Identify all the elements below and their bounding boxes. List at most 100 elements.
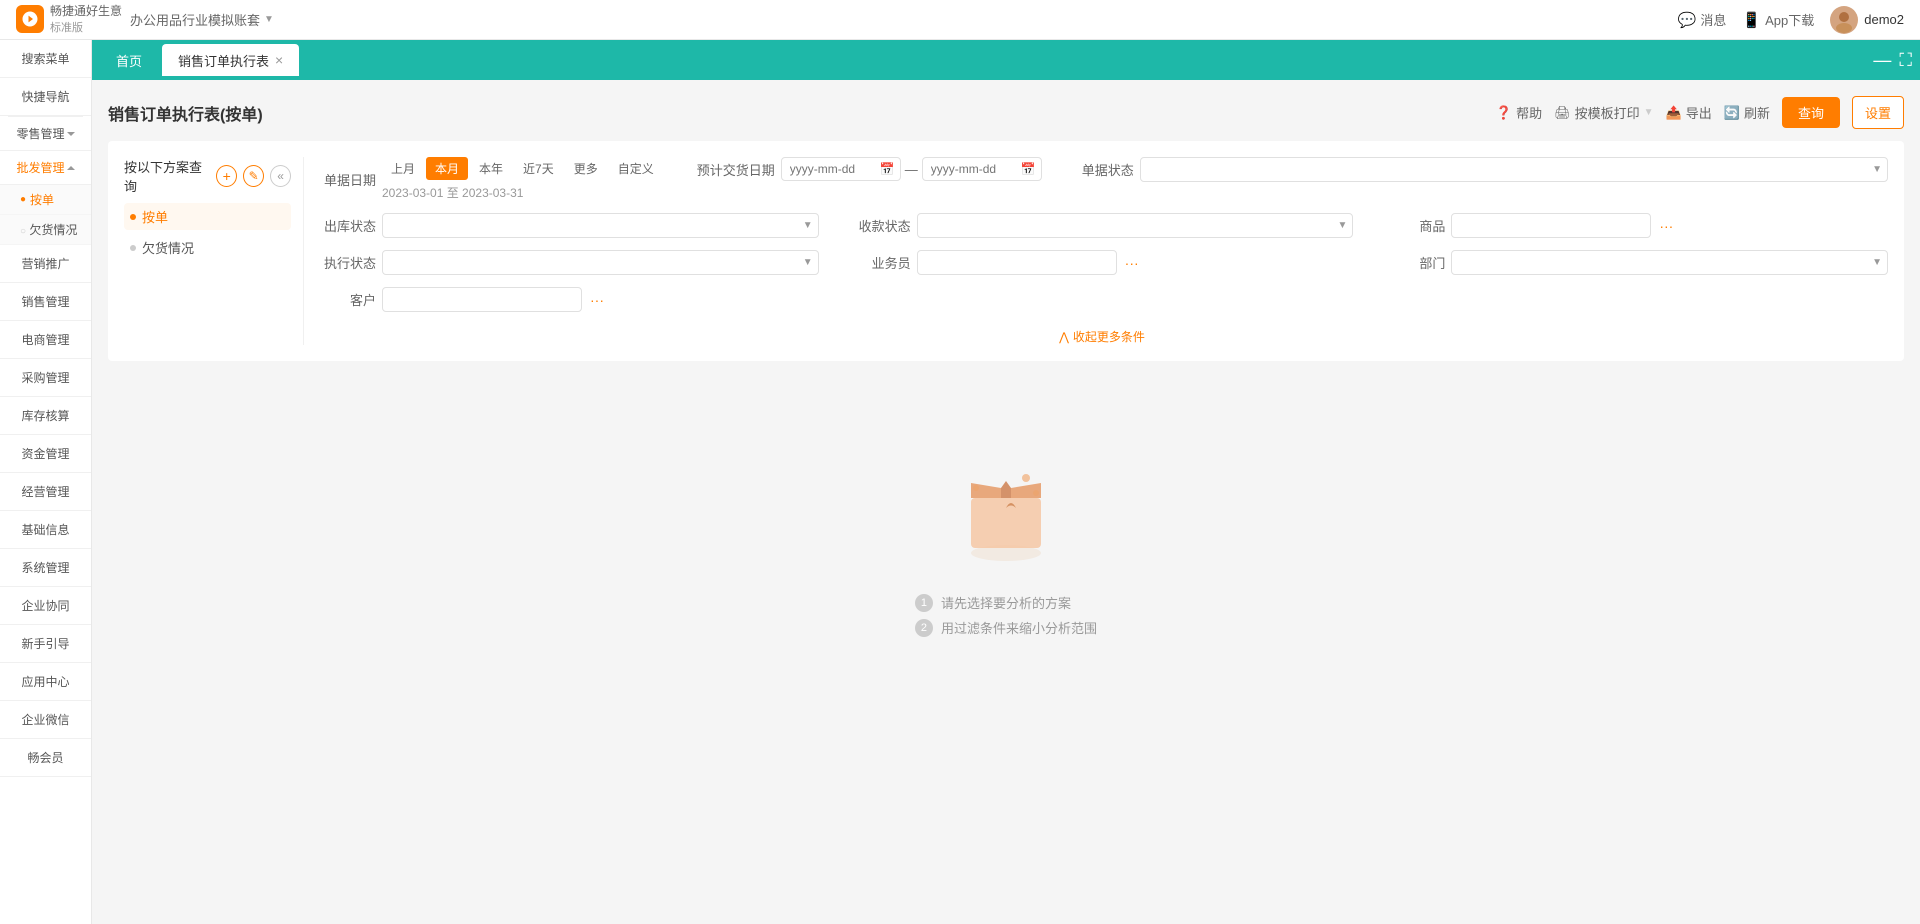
sidebar-sub-item-欠货情况[interactable]: ○ 欠货情况 — [0, 215, 91, 245]
sub-item-label: 按单 — [30, 191, 54, 208]
app-container: 畅捷通好生意 标准版 办公用品行业模拟账套 ▼ 💬 消息 📱 App下载 — [0, 0, 1920, 924]
filter-option-按单[interactable]: 按单 — [124, 203, 291, 230]
expected-date-from-input[interactable] — [781, 157, 901, 181]
product-dots-btn[interactable]: ··· — [1655, 218, 1677, 234]
sidebar-item-system[interactable]: 系统管理 — [0, 549, 91, 587]
step-2-text: 用过滤条件来缩小分析范围 — [941, 618, 1097, 637]
retail-label: 零售管理 — [16, 125, 64, 142]
tab-maximize-icon[interactable]: ⛶ — [1899, 50, 1912, 71]
add-scheme-button[interactable]: + — [216, 165, 237, 187]
refresh-button[interactable]: 🔄 刷新 — [1724, 103, 1770, 122]
date-tab-7days[interactable]: 近7天 — [514, 157, 563, 180]
logo-text-block: 畅捷通好生意 标准版 — [50, 4, 122, 34]
username: demo2 — [1864, 12, 1904, 27]
product-label: 商品 — [1385, 216, 1445, 235]
breadcrumb-arrow-icon: ▼ — [264, 14, 274, 25]
sidebar-item-marketing[interactable]: 营销推广 — [0, 245, 91, 283]
app-center-label: 应用中心 — [21, 675, 69, 689]
salesperson-input[interactable] — [917, 250, 1117, 275]
sidebar-item-operations[interactable]: 经营管理 — [0, 473, 91, 511]
edit-scheme-button[interactable]: ✎ — [243, 165, 264, 187]
date-dash: — — [905, 162, 918, 177]
export-button[interactable]: 📤 导出 — [1666, 103, 1712, 122]
app-download-button[interactable]: 📱 App下载 — [1742, 10, 1814, 29]
user-area[interactable]: demo2 — [1830, 6, 1904, 34]
message-label: 消息 — [1700, 10, 1726, 29]
sidebar-item-ecommerce[interactable]: 电商管理 — [0, 321, 91, 359]
sidebar-sub-item-按单[interactable]: ● 按单 — [0, 185, 91, 215]
filter-row-4: 客户 ··· — [316, 287, 1888, 312]
empty-step-2: 2 用过滤条件来缩小分析范围 — [915, 618, 1097, 637]
breadcrumb[interactable]: 办公用品行业模拟账套 ▼ — [130, 10, 274, 29]
ship-status-select[interactable] — [382, 213, 819, 238]
filter-sidebar-header: 按以下方案查询 + ✎ « — [124, 157, 291, 195]
sidebar-item-basic-info[interactable]: 基础信息 — [0, 511, 91, 549]
sidebar-item-sales[interactable]: 销售管理 — [0, 283, 91, 321]
date-tab-this-month[interactable]: 本月 — [426, 157, 468, 180]
status-select[interactable] — [1140, 157, 1888, 182]
query-button[interactable]: 查询 — [1782, 97, 1840, 128]
collapse-sidebar-button[interactable]: « — [270, 165, 291, 187]
receipt-status-select[interactable] — [917, 213, 1354, 238]
tab-home[interactable]: 首页 — [100, 44, 158, 76]
settings-button[interactable]: 设置 — [1852, 96, 1904, 129]
wechat-label: 企业微信 — [21, 713, 69, 727]
tab-active[interactable]: 销售订单执行表 × — [162, 44, 299, 76]
sales-label: 销售管理 — [21, 295, 69, 309]
message-button[interactable]: 💬 消息 — [1678, 10, 1727, 29]
filter-card: 按以下方案查询 + ✎ « 按单 欠货情况 — [108, 141, 1904, 361]
exec-status-select[interactable] — [382, 250, 819, 275]
empty-state: 1 请先选择要分析的方案 2 用过滤条件来缩小分析范围 — [108, 373, 1904, 723]
finance-label: 资金管理 — [21, 447, 69, 461]
sidebar-item-quick-nav[interactable]: 快捷导航 — [0, 78, 91, 116]
sidebar-item-enterprise[interactable]: 企业协同 — [0, 587, 91, 625]
date-tab-last-month[interactable]: 上月 — [382, 157, 424, 180]
date-tabs: 上月 本月 本年 近7天 更多 自定义 — [382, 157, 663, 180]
filter-option-label-2: 欠货情况 — [142, 238, 194, 257]
date-tab-custom[interactable]: 自定义 — [609, 157, 663, 180]
page-header: 销售订单执行表(按单) ❓ 帮助 🖨 按模板打印 ▼ 📤 — [108, 96, 1904, 129]
tab-minimize-icon[interactable]: — — [1873, 50, 1891, 71]
sidebar-item-app-center[interactable]: 应用中心 — [0, 663, 91, 701]
date-tab-more[interactable]: 更多 — [565, 157, 607, 180]
export-label: 导出 — [1686, 103, 1712, 122]
step-1-num: 1 — [915, 594, 933, 612]
sidebar-item-retail[interactable]: 零售管理 — [0, 117, 91, 151]
purchase-label: 采购管理 — [21, 371, 69, 385]
export-icon: 📤 — [1666, 105, 1682, 121]
print-button[interactable]: 🖨 按模板打印 ▼ — [1554, 103, 1653, 122]
product-input[interactable] — [1451, 213, 1651, 238]
sidebar-item-newbie[interactable]: 新手引导 — [0, 625, 91, 663]
filter-section-title: 按以下方案查询 — [124, 157, 210, 195]
sidebar-item-search-menu[interactable]: 搜索菜单 — [0, 40, 91, 78]
filter-item-status: 单据状态 ▼ — [1074, 157, 1888, 182]
sidebar-item-inventory[interactable]: 库存核算 — [0, 397, 91, 435]
sidebar-item-wechat[interactable]: 企业微信 — [0, 701, 91, 739]
page-content: 销售订单执行表(按单) ❓ 帮助 🖨 按模板打印 ▼ 📤 — [92, 80, 1920, 924]
customer-input[interactable] — [382, 287, 582, 312]
filter-item-dept: 部门 ▼ — [1385, 250, 1888, 275]
collapse-button[interactable]: ⋀ 收起更多条件 — [1059, 328, 1145, 345]
dept-select[interactable] — [1451, 250, 1888, 275]
customer-dots-btn[interactable]: ··· — [586, 292, 608, 308]
salesperson-dots-btn[interactable]: ··· — [1121, 255, 1143, 271]
content-area: 首页 销售订单执行表 × — ⛶ 销售订单执行表(按单) — [92, 40, 1920, 924]
sidebar-item-finance[interactable]: 资金管理 — [0, 435, 91, 473]
tab-close-icon[interactable]: × — [275, 52, 283, 68]
quick-nav-label: 快捷导航 — [21, 90, 69, 104]
newbie-label: 新手引导 — [21, 637, 69, 651]
filter-sidebar: 按以下方案查询 + ✎ « 按单 欠货情况 — [124, 157, 304, 345]
expected-date-to-input[interactable] — [922, 157, 1042, 181]
filter-option-label: 按单 — [142, 207, 168, 226]
help-button[interactable]: ❓ 帮助 — [1496, 103, 1542, 122]
sidebar-item-member[interactable]: 畅会员 — [0, 739, 91, 777]
sidebar-item-purchase[interactable]: 采购管理 — [0, 359, 91, 397]
marketing-label: 营销推广 — [21, 257, 69, 271]
filter-item-receipt-status: 收款状态 ▼ — [851, 213, 1354, 238]
date-range-text: 2023-03-01 至 2023-03-31 — [382, 184, 523, 201]
date-tab-this-year[interactable]: 本年 — [470, 157, 512, 180]
print-label: 按模板打印 — [1575, 103, 1640, 122]
step-2-num: 2 — [915, 619, 933, 637]
sidebar-item-wholesale[interactable]: 批发管理 — [0, 151, 91, 185]
filter-option-欠货情况[interactable]: 欠货情况 — [124, 234, 291, 261]
